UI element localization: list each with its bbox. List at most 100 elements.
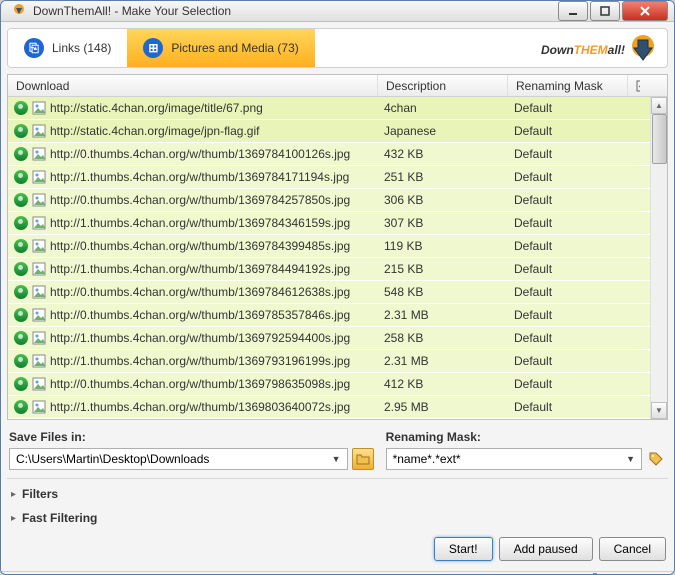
image-file-icon — [32, 354, 46, 368]
image-file-icon — [32, 239, 46, 253]
table-row[interactable]: http://1.thumbs.4chan.org/w/thumb/136978… — [8, 166, 667, 189]
header-description[interactable]: Description — [378, 75, 508, 96]
table-row[interactable]: http://1.thumbs.4chan.org/w/thumb/136980… — [8, 396, 667, 419]
mask-tags-button[interactable] — [646, 449, 666, 469]
image-file-icon — [32, 400, 46, 414]
url-text: http://1.thumbs.4chan.org/w/thumb/136979… — [50, 331, 350, 345]
download-list: Download Description Renaming Mask http:… — [7, 74, 668, 420]
add-paused-button[interactable]: Add paused — [499, 537, 593, 561]
table-row[interactable]: http://0.thumbs.4chan.org/w/thumb/136978… — [8, 143, 667, 166]
cell-url: http://0.thumbs.4chan.org/w/thumb/136978… — [8, 147, 378, 161]
fast-filtering-expander[interactable]: ▸ Fast Filtering — [7, 509, 668, 527]
scroll-thumb[interactable] — [652, 114, 667, 164]
save-path-group: Save Files in: C:\Users\Martin\Desktop\D… — [9, 430, 374, 470]
cell-url: http://1.thumbs.4chan.org/w/thumb/136979… — [8, 354, 378, 368]
header-renaming[interactable]: Renaming Mask — [508, 75, 628, 96]
url-text: http://static.4chan.org/image/title/67.p… — [50, 101, 263, 115]
cell-url: http://0.thumbs.4chan.org/w/thumb/136979… — [8, 377, 378, 391]
table-row[interactable]: http://static.4chan.org/image/jpn-flag.g… — [8, 120, 667, 143]
cell-url: http://1.thumbs.4chan.org/w/thumb/136979… — [8, 331, 378, 345]
table-row[interactable]: http://1.thumbs.4chan.org/w/thumb/136978… — [8, 212, 667, 235]
save-path-label: Save Files in: — [9, 430, 374, 444]
cell-mask: Default — [508, 377, 628, 391]
status-icon — [14, 400, 28, 414]
image-file-icon — [32, 147, 46, 161]
image-file-icon — [32, 170, 46, 184]
cell-mask: Default — [508, 239, 628, 253]
url-text: http://1.thumbs.4chan.org/w/thumb/136978… — [50, 262, 350, 276]
cell-mask: Default — [508, 124, 628, 138]
filters-expander[interactable]: ▸ Filters — [7, 485, 668, 503]
url-text: http://0.thumbs.4chan.org/w/thumb/136978… — [50, 147, 350, 161]
cell-mask: Default — [508, 101, 628, 115]
links-icon: ⎘ — [24, 38, 44, 58]
status-icon — [14, 193, 28, 207]
tab-pictures-media[interactable]: ⊞ Pictures and Media (73) — [127, 29, 314, 67]
cancel-button[interactable]: Cancel — [599, 537, 666, 561]
chevron-down-icon: ▼ — [626, 454, 635, 464]
renaming-mask-input[interactable]: *name*.*ext* ▼ — [386, 448, 642, 470]
save-path-value: C:\Users\Martin\Desktop\Downloads — [16, 452, 209, 466]
table-row[interactable]: http://1.thumbs.4chan.org/w/thumb/136978… — [8, 258, 667, 281]
close-button[interactable] — [622, 1, 668, 21]
logo-arrow-icon — [629, 34, 657, 62]
filters-label: Filters — [22, 487, 58, 501]
table-row[interactable]: http://0.thumbs.4chan.org/w/thumb/136979… — [8, 373, 667, 396]
cell-description: 251 KB — [378, 170, 508, 184]
url-text: http://0.thumbs.4chan.org/w/thumb/136978… — [50, 239, 350, 253]
cell-mask: Default — [508, 400, 628, 414]
tab-media-label: Pictures and Media (73) — [171, 41, 298, 55]
image-file-icon — [32, 308, 46, 322]
table-row[interactable]: http://0.thumbs.4chan.org/w/thumb/136978… — [8, 281, 667, 304]
renaming-mask-label: Renaming Mask: — [386, 430, 666, 444]
content-area: ⎘ Links (148) ⊞ Pictures and Media (73) … — [1, 22, 674, 571]
chevron-down-icon: ▼ — [332, 454, 341, 464]
cell-mask: Default — [508, 285, 628, 299]
cell-url: http://1.thumbs.4chan.org/w/thumb/136978… — [8, 216, 378, 230]
url-text: http://0.thumbs.4chan.org/w/thumb/136978… — [50, 193, 350, 207]
cell-mask: Default — [508, 331, 628, 345]
tab-bar: ⎘ Links (148) ⊞ Pictures and Media (73) … — [7, 28, 668, 68]
status-icon — [14, 124, 28, 138]
image-file-icon — [32, 193, 46, 207]
tab-links[interactable]: ⎘ Links (148) — [8, 29, 127, 67]
table-row[interactable]: http://0.thumbs.4chan.org/w/thumb/136978… — [8, 235, 667, 258]
save-path-input[interactable]: C:\Users\Martin\Desktop\Downloads ▼ — [9, 448, 348, 470]
header-download[interactable]: Download — [8, 75, 378, 96]
app-window: DownThemAll! - Make Your Selection ⎘ Lin… — [0, 0, 675, 575]
table-row[interactable]: http://1.thumbs.4chan.org/w/thumb/136979… — [8, 350, 667, 373]
cell-description: 119 KB — [378, 239, 508, 253]
url-text: http://1.thumbs.4chan.org/w/thumb/136978… — [50, 216, 350, 230]
cell-mask: Default — [508, 193, 628, 207]
cell-mask: Default — [508, 147, 628, 161]
column-config-button[interactable] — [628, 75, 648, 96]
scrollbar: ▲ ▼ — [650, 97, 667, 419]
image-file-icon — [32, 285, 46, 299]
url-text: http://1.thumbs.4chan.org/w/thumb/136980… — [50, 400, 350, 414]
table-row[interactable]: http://0.thumbs.4chan.org/w/thumb/136978… — [8, 189, 667, 212]
maximize-button[interactable] — [590, 1, 620, 21]
browse-folder-button[interactable] — [352, 448, 374, 470]
scroll-down-button[interactable]: ▼ — [651, 402, 667, 419]
cell-url: http://1.thumbs.4chan.org/w/thumb/136978… — [8, 170, 378, 184]
image-file-icon — [32, 262, 46, 276]
logo-text: DownTHEMall! — [541, 37, 625, 60]
status-icon — [14, 101, 28, 115]
column-picker-icon — [636, 80, 640, 92]
tab-links-label: Links (148) — [52, 41, 111, 55]
window-controls — [558, 1, 668, 21]
cell-mask: Default — [508, 308, 628, 322]
app-icon — [11, 3, 27, 19]
table-row[interactable]: http://static.4chan.org/image/title/67.p… — [8, 97, 667, 120]
scroll-up-button[interactable]: ▲ — [651, 97, 667, 114]
table-row[interactable]: http://1.thumbs.4chan.org/w/thumb/136979… — [8, 327, 667, 350]
cell-description: 2.95 MB — [378, 400, 508, 414]
table-row[interactable]: http://0.thumbs.4chan.org/w/thumb/136978… — [8, 304, 667, 327]
cell-description: 412 KB — [378, 377, 508, 391]
start-button[interactable]: Start! — [434, 537, 493, 561]
status-icon — [14, 377, 28, 391]
folder-icon — [356, 453, 370, 465]
titlebar: DownThemAll! - Make Your Selection — [1, 1, 674, 22]
minimize-button[interactable] — [558, 1, 588, 21]
cell-mask: Default — [508, 262, 628, 276]
